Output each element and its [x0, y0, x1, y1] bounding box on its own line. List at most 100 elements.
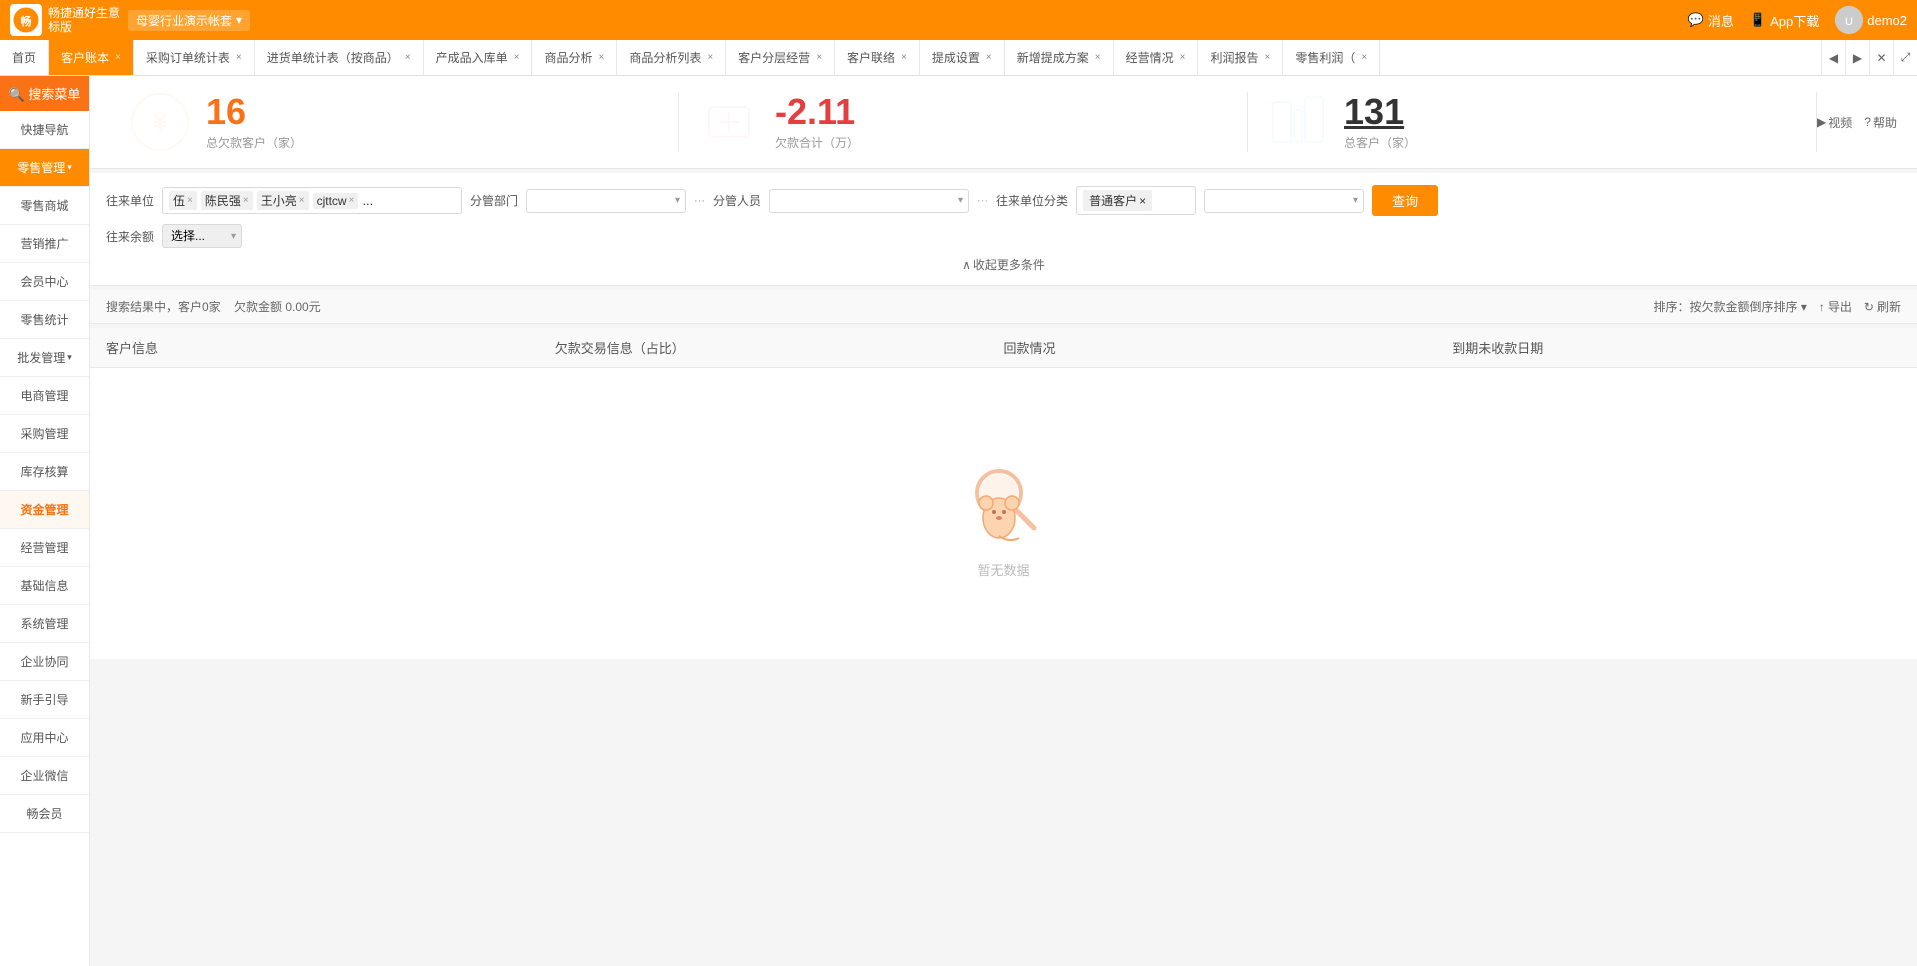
customer-type-close[interactable]: ×: [1139, 194, 1146, 208]
dept-select[interactable]: [526, 189, 686, 213]
video-btn[interactable]: ▶ 视频: [1817, 114, 1852, 131]
close-icon[interactable]: ×: [514, 52, 520, 63]
help-icon: ?: [1864, 115, 1871, 129]
sidebar-item-batch-mgmt[interactable]: 批发管理 ▾: [0, 339, 89, 377]
dept-more-icon[interactable]: ···: [694, 195, 705, 207]
logo-area: 畅 畅捷通好生意 标版: [10, 4, 120, 36]
sidebar-item-system[interactable]: 系统管理: [0, 605, 89, 643]
industry-selector[interactable]: 母婴行业演示帐套 ▾: [128, 10, 250, 31]
close-icon[interactable]: ×: [598, 52, 604, 63]
tab-purchase-order[interactable]: 采购订单统计表 ×: [134, 40, 255, 76]
tab-add-commission-label: 新增提成方案: [1017, 49, 1089, 66]
sidebar-item-retail-stat[interactable]: 零售统计: [0, 301, 89, 339]
sort-label: 排序：排序：按欠款金额倒序排序按欠款金额倒序排序 ▾: [1654, 298, 1807, 315]
sidebar-item-inventory[interactable]: 库存核算: [0, 453, 89, 491]
person-more-icon[interactable]: ···: [977, 195, 988, 207]
nav-expand-btn[interactable]: ⤢: [1893, 40, 1917, 76]
unit-tag-input[interactable]: 伍 × 陈民强 × 王小亮 × cjttcw × ...: [162, 187, 462, 214]
close-icon[interactable]: ×: [1361, 52, 1367, 63]
balance-select[interactable]: 选择...: [162, 224, 242, 248]
sidebar-item-operation[interactable]: 经营管理: [0, 529, 89, 567]
close-icon[interactable]: ×: [1180, 52, 1186, 63]
unit-category-select-wrapper: [1204, 189, 1364, 213]
stat-info-debit-customers: 16 总欠款客户（家）: [206, 94, 302, 151]
tab-add-commission[interactable]: 新增提成方案 ×: [1005, 40, 1114, 76]
tab-customer-layer[interactable]: 客户分层经营 ×: [726, 40, 835, 76]
tag-chen-close[interactable]: ×: [243, 195, 249, 206]
app-download-btn[interactable]: 📱 App下载: [1750, 11, 1819, 30]
unit-category-select[interactable]: [1204, 189, 1364, 213]
sidebar-item-marketing[interactable]: 营销推广: [0, 225, 89, 263]
tab-operation-status[interactable]: 经营情况 ×: [1114, 40, 1199, 76]
sidebar-item-cooperation[interactable]: 企业协同: [0, 643, 89, 681]
sidebar-item-ecommerce[interactable]: 电商管理: [0, 377, 89, 415]
dept-select-wrapper: [526, 189, 686, 213]
close-icon[interactable]: ×: [236, 52, 242, 63]
tag-cjttcw-close[interactable]: ×: [349, 195, 355, 206]
sidebar-item-app-center[interactable]: 应用中心: [0, 719, 89, 757]
close-icon[interactable]: ×: [1095, 52, 1101, 63]
sort-chevron-icon[interactable]: ▾: [1801, 300, 1807, 314]
close-icon[interactable]: ×: [1264, 52, 1270, 63]
phone-icon: 📱: [1750, 12, 1766, 28]
unit-category-label: 往来单位分类: [996, 192, 1068, 209]
message-btn[interactable]: 💬 消息: [1688, 11, 1734, 30]
tab-goods-analysis[interactable]: 商品分析 ×: [532, 40, 617, 76]
refresh-btn[interactable]: ↻ 刷新: [1864, 298, 1901, 315]
tab-customer-balance[interactable]: 客户账本 ×: [49, 40, 134, 76]
empty-state: 暂无数据: [90, 368, 1917, 659]
tab-profit-report[interactable]: 利润报告 ×: [1198, 40, 1283, 76]
collapse-btn[interactable]: ∧ 收起更多条件: [962, 256, 1045, 273]
empty-icon: [954, 448, 1054, 548]
close-icon[interactable]: ×: [405, 52, 411, 63]
stats-row: ¥ 16 总欠款客户（家） -2.11 欠款合计（: [90, 76, 1917, 169]
tab-goods-analysis-list[interactable]: 商品分析列表 ×: [617, 40, 726, 76]
tag-wang-close[interactable]: ×: [299, 195, 305, 206]
sidebar-item-member2[interactable]: 畅会员: [0, 795, 89, 833]
logo-text: 畅捷通好生意 标版: [48, 6, 120, 35]
nav-next-btn[interactable]: ▶: [1845, 40, 1869, 76]
person-select[interactable]: [769, 189, 969, 213]
tab-home[interactable]: 首页: [0, 40, 49, 76]
top-bar: 畅 畅捷通好生意 标版 母婴行业演示帐套 ▾ 💬 消息 📱 App下载 U de…: [0, 0, 1917, 40]
sidebar-item-finance[interactable]: 资金管理: [0, 491, 89, 529]
nav-close-btn[interactable]: ✕: [1869, 40, 1893, 76]
close-icon[interactable]: ×: [986, 52, 992, 63]
logo-icon: 畅: [10, 4, 42, 36]
sidebar-item-quick-nav[interactable]: 快捷导航: [0, 111, 89, 149]
sidebar-item-purchase[interactable]: 采购管理: [0, 415, 89, 453]
sidebar-item-basic-info[interactable]: 基础信息: [0, 567, 89, 605]
query-button[interactable]: 查询: [1372, 185, 1438, 216]
help-btn[interactable]: ? 帮助: [1864, 114, 1897, 131]
top-bar-left: 畅 畅捷通好生意 标版 母婴行业演示帐套 ▾: [10, 4, 250, 36]
tab-instock-stat[interactable]: 进货单统计表（按商品） ×: [255, 40, 424, 76]
tab-commission-set[interactable]: 提成设置 ×: [920, 40, 1005, 76]
sidebar-item-wechat[interactable]: 企业微信: [0, 757, 89, 795]
close-icon[interactable]: ×: [115, 52, 121, 63]
sidebar-item-retail-mall[interactable]: 零售商城: [0, 187, 89, 225]
tab-produce-instock-label: 产成品入库单: [436, 49, 508, 66]
sidebar: 🔍 搜索菜单 快捷导航 零售管理 ▾ 零售商城 营销推广 会员中心 零售统计 批…: [0, 76, 90, 966]
unit-category-input[interactable]: 普通客户 ×: [1076, 186, 1196, 215]
sidebar-item-retail-mgmt[interactable]: 零售管理 ▾: [0, 149, 89, 187]
svg-text:畅: 畅: [21, 14, 32, 28]
chevron-icon: ▾: [67, 162, 72, 173]
tab-operation-status-label: 经营情况: [1126, 49, 1174, 66]
sidebar-item-member[interactable]: 会员中心: [0, 263, 89, 301]
balance-label: 往来余额: [106, 228, 154, 245]
tab-produce-instock[interactable]: 产成品入库单 ×: [424, 40, 533, 76]
sidebar-item-newbie[interactable]: 新手引导: [0, 681, 89, 719]
close-icon[interactable]: ×: [707, 52, 713, 63]
sidebar-search[interactable]: 🔍 搜索菜单: [0, 76, 89, 111]
tag-wu-close[interactable]: ×: [187, 195, 193, 206]
close-icon[interactable]: ×: [816, 52, 822, 63]
debit-total-label: 欠款合计（万）: [775, 134, 859, 151]
tab-retail-profit[interactable]: 零售利润（ ×: [1283, 40, 1380, 76]
close-icon[interactable]: ×: [901, 52, 907, 63]
export-btn[interactable]: ↑ 导出: [1819, 298, 1852, 315]
tab-customer-contact[interactable]: 客户联络 ×: [835, 40, 920, 76]
nav-prev-btn[interactable]: ◀: [1821, 40, 1845, 76]
table-col-repay: 回款情况: [1004, 338, 1453, 357]
tag-more-btn[interactable]: ...: [362, 193, 373, 208]
user-area[interactable]: U demo2: [1835, 6, 1907, 34]
